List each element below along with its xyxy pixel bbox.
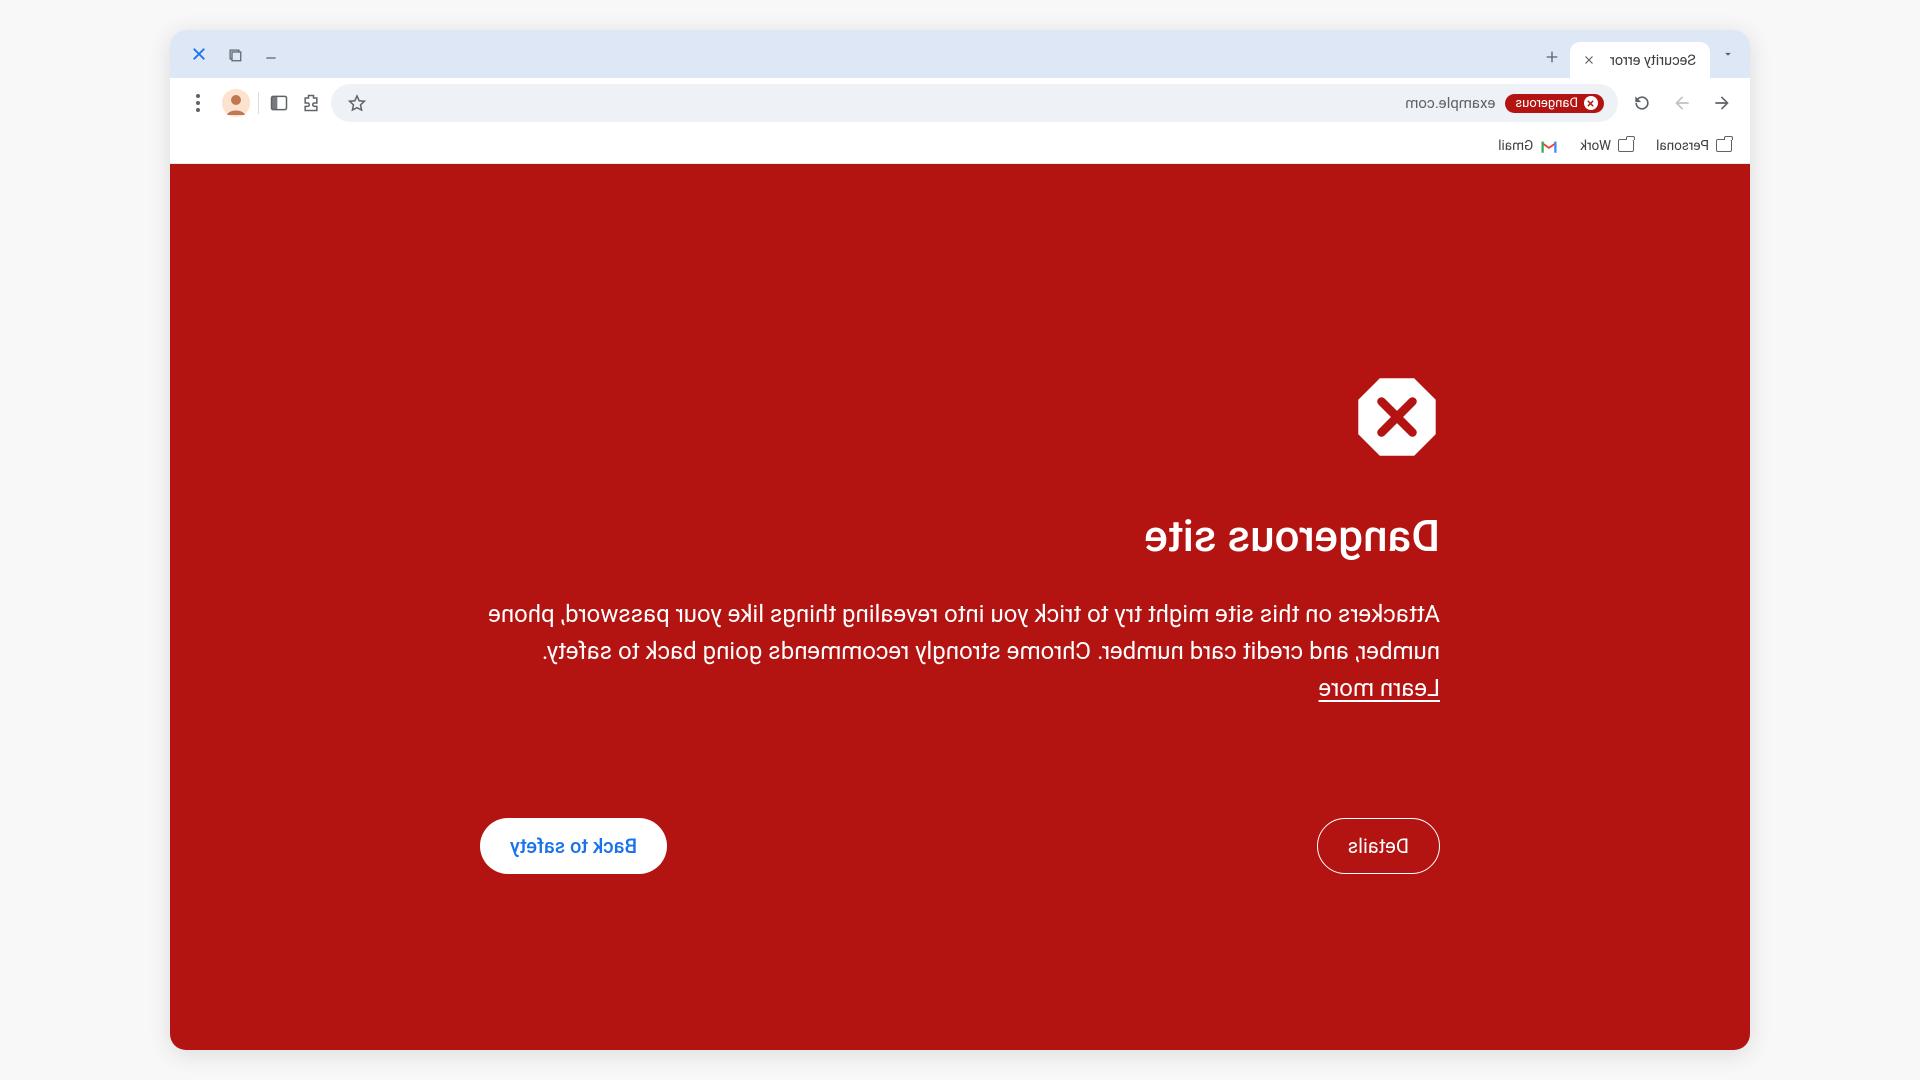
warning-body-text: Attackers on this site might try to tric… <box>488 600 1440 665</box>
bookmarks-bar: Personal Work Gmail <box>170 128 1750 164</box>
omnibox-url: example.com <box>379 94 1495 112</box>
bookmark-label: Work <box>1580 138 1611 154</box>
omnibox[interactable]: Dangerous example.com <box>331 84 1618 122</box>
tab-title: Security error <box>1610 52 1696 69</box>
separator <box>258 92 259 114</box>
bookmark-gmail[interactable]: Gmail <box>1498 138 1558 154</box>
folder-icon <box>1716 139 1732 152</box>
details-button[interactable]: Details <box>1317 818 1440 874</box>
danger-octagon-icon <box>1354 374 1440 460</box>
forward-button[interactable] <box>1666 87 1698 119</box>
back-to-safety-button[interactable]: Back to safety <box>480 818 667 874</box>
window-controls <box>178 41 284 67</box>
bookmark-folder-personal[interactable]: Personal <box>1656 138 1732 154</box>
back-button[interactable] <box>1706 87 1738 119</box>
minimize-button[interactable] <box>258 41 284 67</box>
kebab-menu-icon[interactable] <box>182 87 214 119</box>
bookmark-folder-work[interactable]: Work <box>1580 138 1634 154</box>
gmail-icon <box>1540 139 1558 153</box>
learn-more-link[interactable]: Learn more <box>1319 674 1440 702</box>
tab-active[interactable]: Security error <box>1570 42 1710 78</box>
new-tab-button[interactable] <box>1538 43 1566 71</box>
tabs-dropdown-icon[interactable] <box>1714 40 1742 68</box>
browser-window: Security error <box>170 30 1750 1050</box>
warning-body: Attackers on this site might try to tric… <box>480 596 1440 708</box>
warning-title: Dangerous site <box>480 510 1440 562</box>
warning-buttons: Details Back to safety <box>480 818 1440 874</box>
blocked-icon <box>1584 96 1598 110</box>
bookmark-label: Gmail <box>1498 138 1533 154</box>
security-chip-label: Dangerous <box>1515 96 1578 111</box>
warning-page: Dangerous site Attackers on this site mi… <box>170 164 1750 1050</box>
avatar[interactable] <box>222 89 250 117</box>
tab-strip: Security error <box>170 30 1750 78</box>
window-close-button[interactable] <box>186 41 212 67</box>
extensions-icon[interactable] <box>299 91 323 115</box>
maximize-button[interactable] <box>222 41 248 67</box>
toolbar: Dangerous example.com <box>170 78 1750 128</box>
sidepanel-icon[interactable] <box>267 91 291 115</box>
security-chip[interactable]: Dangerous <box>1505 94 1604 113</box>
star-icon[interactable] <box>345 91 369 115</box>
reload-button[interactable] <box>1626 87 1658 119</box>
folder-icon <box>1618 139 1634 152</box>
close-icon[interactable] <box>1580 51 1598 69</box>
bookmark-label: Personal <box>1656 138 1709 154</box>
